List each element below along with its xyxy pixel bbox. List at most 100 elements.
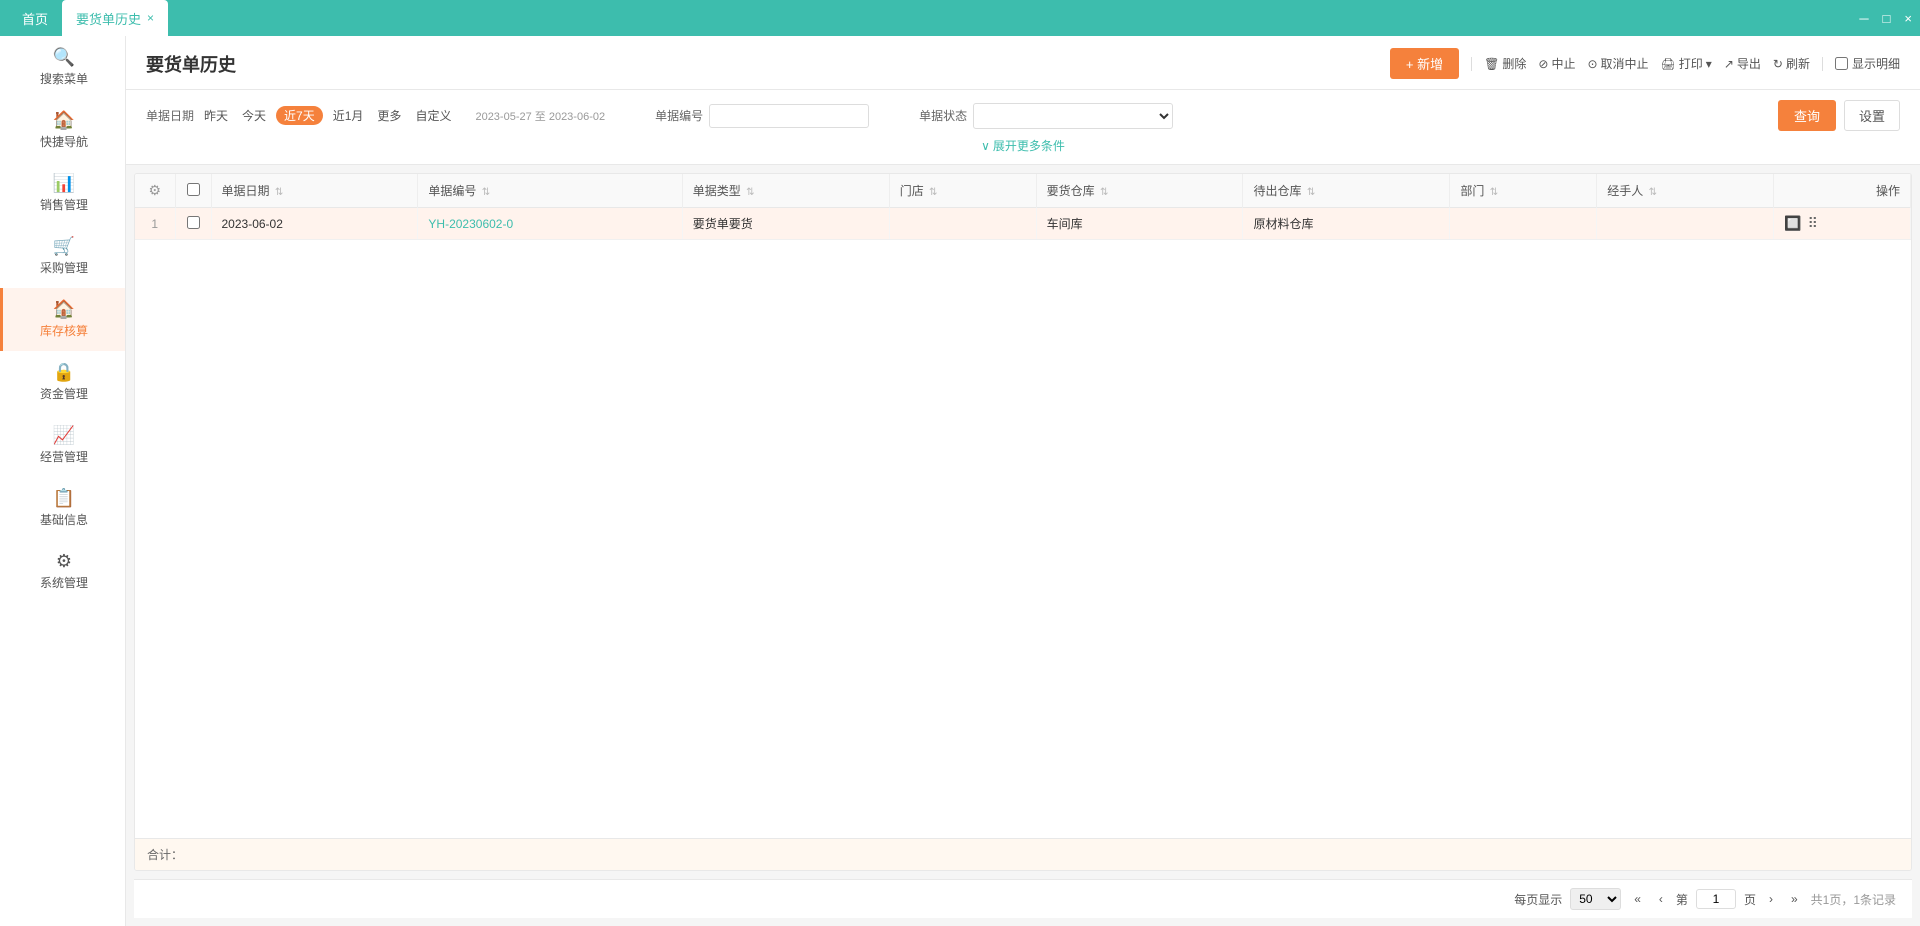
last-page-btn[interactable]: »	[1786, 890, 1803, 908]
inventory-icon: 🏠	[53, 300, 75, 318]
th-store[interactable]: 门店 ⇅	[889, 174, 1036, 208]
window-maximize-btn[interactable]: □	[1883, 11, 1891, 26]
sort-doc-type-icon: ⇅	[746, 187, 754, 198]
refresh-button[interactable]: ↻ 刷新	[1773, 55, 1810, 72]
th-department[interactable]: 部门 ⇅	[1450, 174, 1597, 208]
show-detail-control[interactable]: 显示明细	[1835, 55, 1900, 72]
th-doc-type[interactable]: 单据类型 ⇅	[682, 174, 889, 208]
sidebar-item-finance[interactable]: 🔒 资金管理	[0, 351, 125, 414]
table-container: ⚙ 单据日期 ⇅ 单据编号 ⇅	[134, 173, 1912, 871]
new-button[interactable]: + 新增	[1390, 48, 1459, 79]
date-shortcut-7days[interactable]: 近7天	[276, 106, 323, 125]
goto-label: 第	[1676, 891, 1688, 908]
table-row[interactable]: 1 2023-06-02 YH-20230602-0 要货单要货 车间库	[135, 208, 1911, 240]
tab-home[interactable]: 首页	[8, 0, 62, 36]
date-shortcut-1month[interactable]: 近1月	[329, 106, 368, 125]
show-detail-checkbox[interactable]	[1835, 57, 1848, 70]
row-checkbox[interactable]	[187, 216, 200, 229]
window-close-btn[interactable]: ×	[1904, 11, 1912, 26]
th-out-warehouse[interactable]: 待出仓库 ⇅	[1243, 174, 1450, 208]
sidebar-item-operations[interactable]: 📈 经营管理	[0, 414, 125, 477]
tab-home-label: 首页	[22, 9, 48, 28]
sort-handler-icon: ⇅	[1649, 187, 1657, 198]
expand-more-button[interactable]: ∨ 展开更多条件	[146, 137, 1900, 154]
sidebar-item-system-label: 系统管理	[40, 574, 88, 591]
refresh-icon: ↻	[1773, 57, 1783, 71]
sidebar-item-operations-label: 经营管理	[40, 448, 88, 465]
row-checkbox-cell[interactable]	[175, 208, 211, 240]
export-icon: ↗	[1724, 57, 1734, 71]
cancel-stop-button[interactable]: ⊙ 取消中止	[1587, 55, 1648, 72]
row-req-warehouse: 车间库	[1036, 208, 1243, 240]
window-minimize-btn[interactable]: ─	[1859, 11, 1868, 26]
page-header: 要货单历史 + 新增 🗑 删除 ⊘ 中止 ⊙ 取消中止	[126, 36, 1920, 90]
th-doc-no[interactable]: 单据编号 ⇅	[418, 174, 682, 208]
date-shortcut-more[interactable]: 更多	[373, 106, 405, 125]
first-page-btn[interactable]: «	[1629, 890, 1646, 908]
cancel-stop-label: 取消中止	[1601, 55, 1649, 72]
sales-icon: 📊	[53, 174, 75, 192]
cancel-stop-icon: ⊙	[1587, 57, 1597, 71]
th-settings[interactable]: ⚙	[135, 174, 175, 208]
finance-icon: 🔒	[53, 363, 75, 381]
row-handler	[1597, 208, 1774, 240]
export-button[interactable]: ↗ 导出	[1724, 55, 1761, 72]
settings-button[interactable]: 设置	[1844, 100, 1900, 131]
sidebar-item-purchase[interactable]: 🛒 采购管理	[0, 225, 125, 288]
doc-no-input[interactable]	[709, 104, 869, 128]
delete-button[interactable]: 🗑 删除	[1484, 55, 1526, 72]
table-header: ⚙ 单据日期 ⇅ 单据编号 ⇅	[135, 174, 1911, 208]
date-shortcut-custom[interactable]: 自定义	[411, 106, 455, 125]
query-button[interactable]: 查询	[1778, 100, 1836, 131]
sidebar-item-search[interactable]: 🔍 搜索菜单	[0, 36, 125, 99]
next-page-btn[interactable]: ›	[1764, 890, 1778, 908]
sidebar-item-basic[interactable]: 📋 基础信息	[0, 477, 125, 540]
tab-requisition-history[interactable]: 要货单历史 ×	[62, 0, 168, 36]
filter-area: 单据日期 昨天 今天 近7天 近1月 更多 自定义 2023-05-27 至 2…	[126, 90, 1920, 165]
status-select[interactable]	[973, 103, 1173, 129]
th-actions: 操作	[1774, 174, 1911, 208]
page-size-label: 每页显示	[1514, 891, 1562, 908]
row-doc-no-link[interactable]: YH-20230602-0	[428, 217, 513, 231]
chevron-down-icon: ∨	[981, 139, 990, 153]
sidebar-item-system[interactable]: ⚙ 系统管理	[0, 540, 125, 603]
delete-icon: 🗑	[1484, 57, 1499, 71]
th-handler[interactable]: 经手人 ⇅	[1597, 174, 1774, 208]
th-req-warehouse[interactable]: 要货仓库 ⇅	[1036, 174, 1243, 208]
stop-button[interactable]: ⊘ 中止	[1538, 55, 1575, 72]
row-doc-no[interactable]: YH-20230602-0	[418, 208, 682, 240]
sidebar-item-inventory[interactable]: 🏠 库存核算	[0, 288, 125, 351]
main-layout: 🔍 搜索菜单 🏠 快捷导航 📊 销售管理 🛒 采购管理 🏠 库存核算 🔒 资金管…	[0, 36, 1920, 926]
sidebar-item-finance-label: 资金管理	[40, 385, 88, 402]
view-action-icon[interactable]: 🔲	[1784, 215, 1801, 232]
page-input[interactable]	[1696, 889, 1736, 909]
tab-close-icon[interactable]: ×	[147, 11, 154, 25]
select-all-checkbox[interactable]	[187, 183, 200, 196]
sidebar-item-sales[interactable]: 📊 销售管理	[0, 162, 125, 225]
doc-no-filter: 单据编号	[655, 104, 869, 128]
sidebar-item-shortcut[interactable]: 🏠 快捷导航	[0, 99, 125, 162]
row-out-warehouse: 原材料仓库	[1243, 208, 1450, 240]
th-checkbox[interactable]	[175, 174, 211, 208]
prev-page-btn[interactable]: ‹	[1654, 890, 1668, 908]
divider-1	[1471, 57, 1472, 71]
row-department	[1450, 208, 1597, 240]
th-store-label: 门店	[900, 184, 924, 198]
th-doc-no-label: 单据编号	[428, 184, 476, 198]
date-range-text: 2023-05-27 至 2023-06-02	[475, 108, 605, 124]
row-store	[889, 208, 1036, 240]
th-date[interactable]: 单据日期 ⇅	[211, 174, 418, 208]
sidebar: 🔍 搜索菜单 🏠 快捷导航 📊 销售管理 🛒 采购管理 🏠 库存核算 🔒 资金管…	[0, 36, 126, 926]
page-size-select[interactable]: 50 10 20 100	[1570, 888, 1621, 910]
settings-icon[interactable]: ⚙	[148, 182, 161, 198]
sort-out-warehouse-icon: ⇅	[1307, 187, 1315, 198]
date-shortcut-yesterday[interactable]: 昨天	[200, 106, 232, 125]
date-shortcut-today[interactable]: 今天	[238, 106, 270, 125]
sort-req-warehouse-icon: ⇅	[1100, 187, 1108, 198]
refresh-label: 刷新	[1786, 55, 1810, 72]
print-button[interactable]: 🖨 打印 ▾	[1661, 55, 1712, 72]
table-scroll[interactable]: ⚙ 单据日期 ⇅ 单据编号 ⇅	[135, 174, 1911, 838]
tab-requisition-history-label: 要货单历史	[76, 9, 141, 28]
home-icon: 🏠	[53, 111, 75, 129]
more-action-icon[interactable]: ⠿	[1808, 215, 1818, 232]
